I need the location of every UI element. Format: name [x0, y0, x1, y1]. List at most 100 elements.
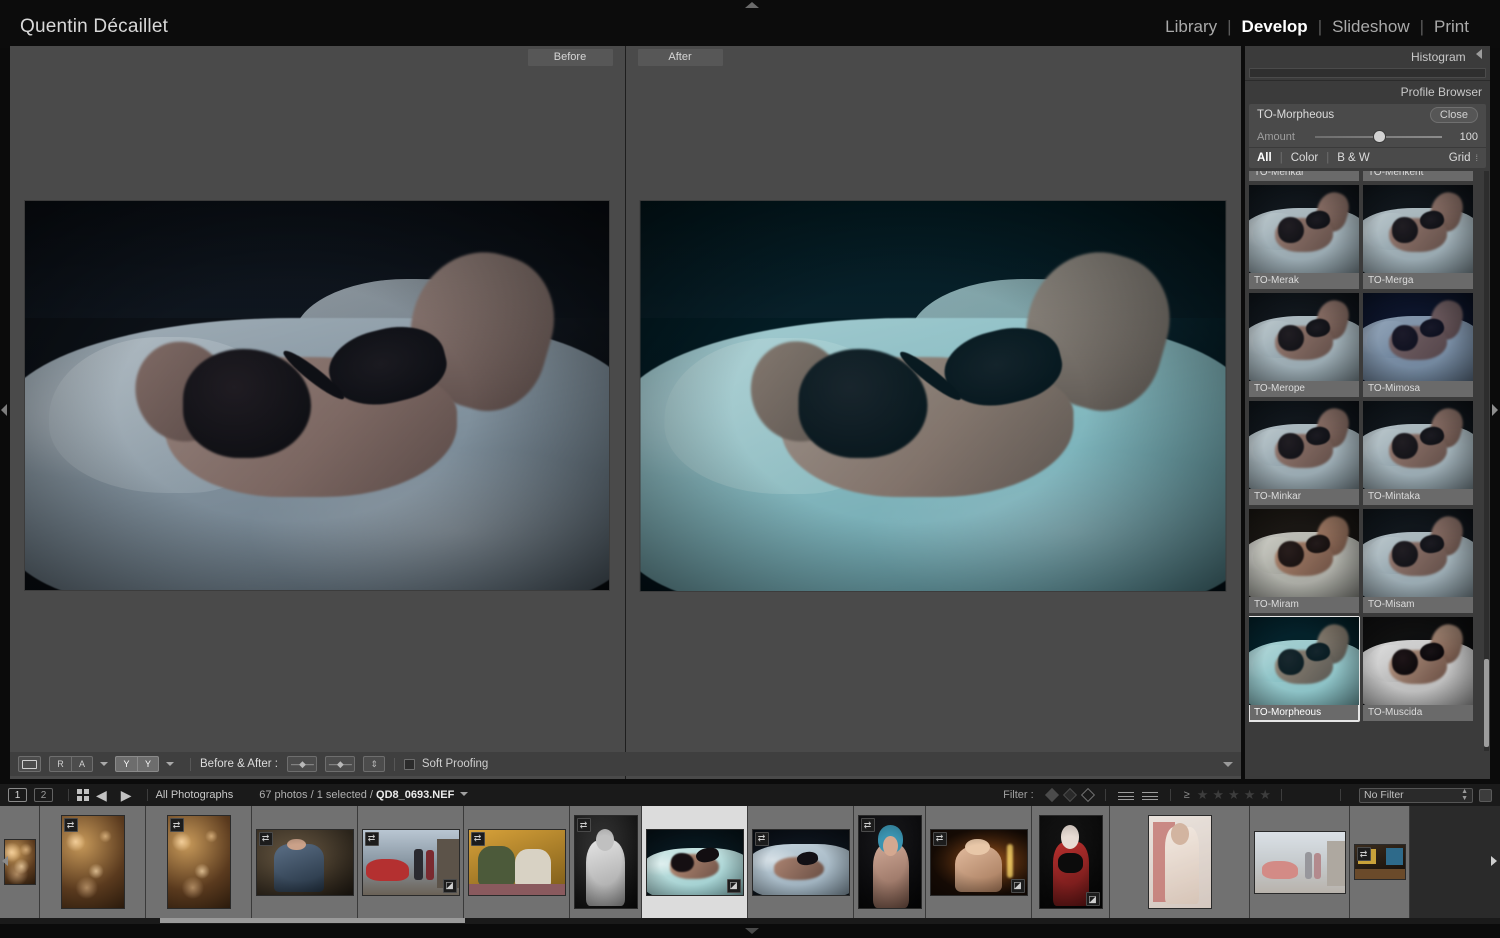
profile-tile[interactable]: TO-Morpheous — [1249, 616, 1360, 722]
filmstrip-scroll-left-icon[interactable] — [2, 856, 8, 866]
rating-star-5[interactable]: ★ — [1259, 787, 1271, 803]
filename-caret-icon[interactable] — [460, 792, 469, 796]
amount-slider[interactable] — [1315, 130, 1442, 144]
rating-operator[interactable]: ≥ — [1184, 789, 1190, 801]
survey-view-button[interactable]: A — [71, 756, 93, 772]
filmstrip-thumbnail[interactable]: ⇄ — [570, 806, 642, 918]
develop-adjustments-badge-icon[interactable]: ◪ — [442, 878, 457, 893]
filmstrip-thumbnail[interactable] — [1110, 806, 1250, 918]
before-after-button-1[interactable]: Y — [115, 756, 137, 772]
profile-tile[interactable]: TO-Menkar — [1249, 171, 1359, 181]
filmstrip-thumbnail[interactable]: ⇄ — [748, 806, 854, 918]
profile-tile[interactable]: TO-Miram — [1249, 509, 1359, 613]
filmstrip-scroll-right-icon[interactable] — [1491, 856, 1497, 866]
lock-icon[interactable] — [1479, 788, 1492, 802]
virtual-copy-badge-icon[interactable]: ⇄ — [860, 818, 875, 832]
profile-filter-all[interactable]: All — [1257, 152, 1272, 164]
filmstrip-thumbnail[interactable]: ⇄ — [40, 806, 146, 918]
view-mode-selector[interactable]: Grid — [1449, 152, 1471, 164]
filmstrip-scrollbar[interactable] — [0, 918, 1500, 924]
ba-mode-left-right[interactable]: —◆— — [286, 756, 317, 772]
filmstrip-thumbnail[interactable]: ⇄ — [252, 806, 358, 918]
identity-plate[interactable]: Quentin Décaillet — [20, 16, 168, 38]
toolbar-options-caret-icon[interactable] — [1223, 761, 1233, 767]
module-slideshow[interactable]: Slideshow — [1323, 17, 1419, 37]
flag-unflagged-icon[interactable] — [1062, 787, 1077, 803]
filmstrip-thumbnail[interactable]: ⇄ — [146, 806, 252, 918]
develop-adjustments-badge-icon[interactable]: ◪ — [726, 878, 741, 893]
histogram-header[interactable]: Histogram — [1245, 46, 1490, 68]
profile-tile[interactable]: TO-Muscida — [1363, 617, 1473, 721]
right-panel-toggle-icon[interactable] — [1492, 404, 1498, 416]
compare-caret-icon[interactable] — [100, 762, 108, 766]
collapse-left-icon[interactable] — [1476, 49, 1482, 59]
before-after-caret-icon[interactable] — [166, 762, 174, 766]
before-pane[interactable]: Before — [10, 46, 626, 779]
filmstrip-scroll-thumb[interactable] — [160, 918, 465, 923]
filmstrip-thumbnail[interactable]: ⇄ — [1350, 806, 1410, 918]
virtual-copy-badge-icon[interactable]: ⇄ — [258, 831, 273, 846]
profile-browser-header[interactable]: Profile Browser — [1245, 80, 1490, 102]
profile-tile[interactable]: TO-Misam — [1363, 509, 1473, 613]
develop-adjustments-badge-icon[interactable]: ◪ — [1010, 878, 1025, 893]
amount-value[interactable]: 100 — [1450, 131, 1478, 143]
profile-tile[interactable]: TO-Merga — [1363, 185, 1473, 289]
arrow-left-icon[interactable]: ◀ — [96, 787, 107, 804]
profile-filter-bw[interactable]: B & W — [1337, 152, 1370, 164]
bottom-panel-toggle-icon[interactable] — [745, 928, 759, 934]
profile-grid-scrollbar[interactable] — [1484, 171, 1489, 751]
profile-grid[interactable]: TO-Menkar TO-Menkent TO-Merak TO-Merga T… — [1249, 171, 1482, 751]
soft-proofing-checkbox[interactable] — [403, 758, 415, 770]
ba-mode-right-left[interactable]: —◆— — [324, 756, 355, 772]
develop-adjustments-badge-icon[interactable]: ◪ — [1085, 892, 1100, 906]
arrow-right-icon[interactable]: ▶ — [121, 787, 132, 804]
module-library[interactable]: Library — [1156, 17, 1226, 37]
module-develop[interactable]: Develop — [1233, 17, 1317, 37]
sort-ascending-icon[interactable] — [1117, 790, 1134, 801]
before-photo[interactable] — [25, 201, 610, 590]
virtual-copy-badge-icon[interactable]: ⇄ — [932, 831, 947, 846]
view-mode-caret-icon[interactable]: ⁞ — [1475, 153, 1478, 163]
after-pane[interactable]: After — [626, 46, 1242, 779]
filmstrip-thumbnail[interactable]: ⇄ — [464, 806, 570, 918]
filmstrip-thumbnail[interactable] — [1250, 806, 1350, 918]
filmstrip-thumbnail[interactable]: ⇄ ◪ — [926, 806, 1032, 918]
profile-tile[interactable]: TO-Mimosa — [1363, 293, 1473, 397]
module-print[interactable]: Print — [1425, 17, 1478, 37]
flag-rejected-icon[interactable] — [1080, 787, 1095, 803]
virtual-copy-badge-icon[interactable]: ⇄ — [364, 831, 379, 846]
virtual-copy-badge-icon[interactable]: ⇄ — [63, 818, 78, 832]
profile-tile[interactable]: TO-Menkent — [1363, 171, 1473, 181]
rating-star-4[interactable]: ★ — [1244, 787, 1256, 803]
left-panel-toggle-icon[interactable] — [1, 404, 7, 416]
profile-tile[interactable]: TO-Mintaka — [1363, 401, 1473, 505]
display-1-button[interactable]: 1 — [8, 788, 27, 802]
profile-tile[interactable]: TO-Merope — [1249, 293, 1359, 397]
profile-filter-color[interactable]: Color — [1291, 152, 1318, 164]
rating-star-1[interactable]: ★ — [1197, 787, 1209, 803]
virtual-copy-badge-icon[interactable]: ⇄ — [576, 818, 591, 832]
close-button[interactable]: Close — [1429, 107, 1478, 123]
profile-grid-scroll-thumb[interactable] — [1484, 659, 1489, 747]
loupe-view-button[interactable] — [18, 756, 41, 772]
virtual-copy-badge-icon[interactable]: ⇄ — [169, 818, 184, 832]
rating-star-2[interactable]: ★ — [1212, 787, 1224, 803]
filmstrip-thumbnail[interactable]: ◪ — [1032, 806, 1110, 918]
after-photo[interactable] — [640, 201, 1226, 591]
filter-preset-select[interactable]: No Filter ▲ ▼ — [1359, 787, 1473, 803]
profile-tile[interactable]: TO-Minkar — [1249, 401, 1359, 505]
compare-view-button[interactable]: R — [49, 756, 71, 772]
virtual-copy-badge-icon[interactable]: ⇄ — [470, 831, 485, 846]
filmstrip-thumbnail[interactable]: ⇄ ◪ — [358, 806, 464, 918]
flag-picked-icon[interactable] — [1044, 787, 1059, 803]
before-after-button-2[interactable]: Y — [137, 756, 159, 772]
filmstrip-thumbnail[interactable]: ◪ — [642, 806, 748, 918]
virtual-copy-badge-icon[interactable]: ⇄ — [754, 831, 769, 846]
sort-descending-icon[interactable] — [1141, 790, 1158, 801]
top-panel-toggle-icon[interactable] — [745, 2, 759, 8]
profile-tile[interactable]: TO-Merak — [1249, 185, 1359, 289]
rating-star-3[interactable]: ★ — [1228, 787, 1240, 803]
source-label[interactable]: All Photographs — [156, 789, 234, 801]
grid-view-icon[interactable] — [77, 789, 89, 801]
filmstrip[interactable]: ⇄ ⇄ ⇄ ⇄ ◪ ⇄ ⇄ ◪ ⇄ ⇄ ⇄ ◪ ◪ ⇄ — [0, 806, 1500, 918]
